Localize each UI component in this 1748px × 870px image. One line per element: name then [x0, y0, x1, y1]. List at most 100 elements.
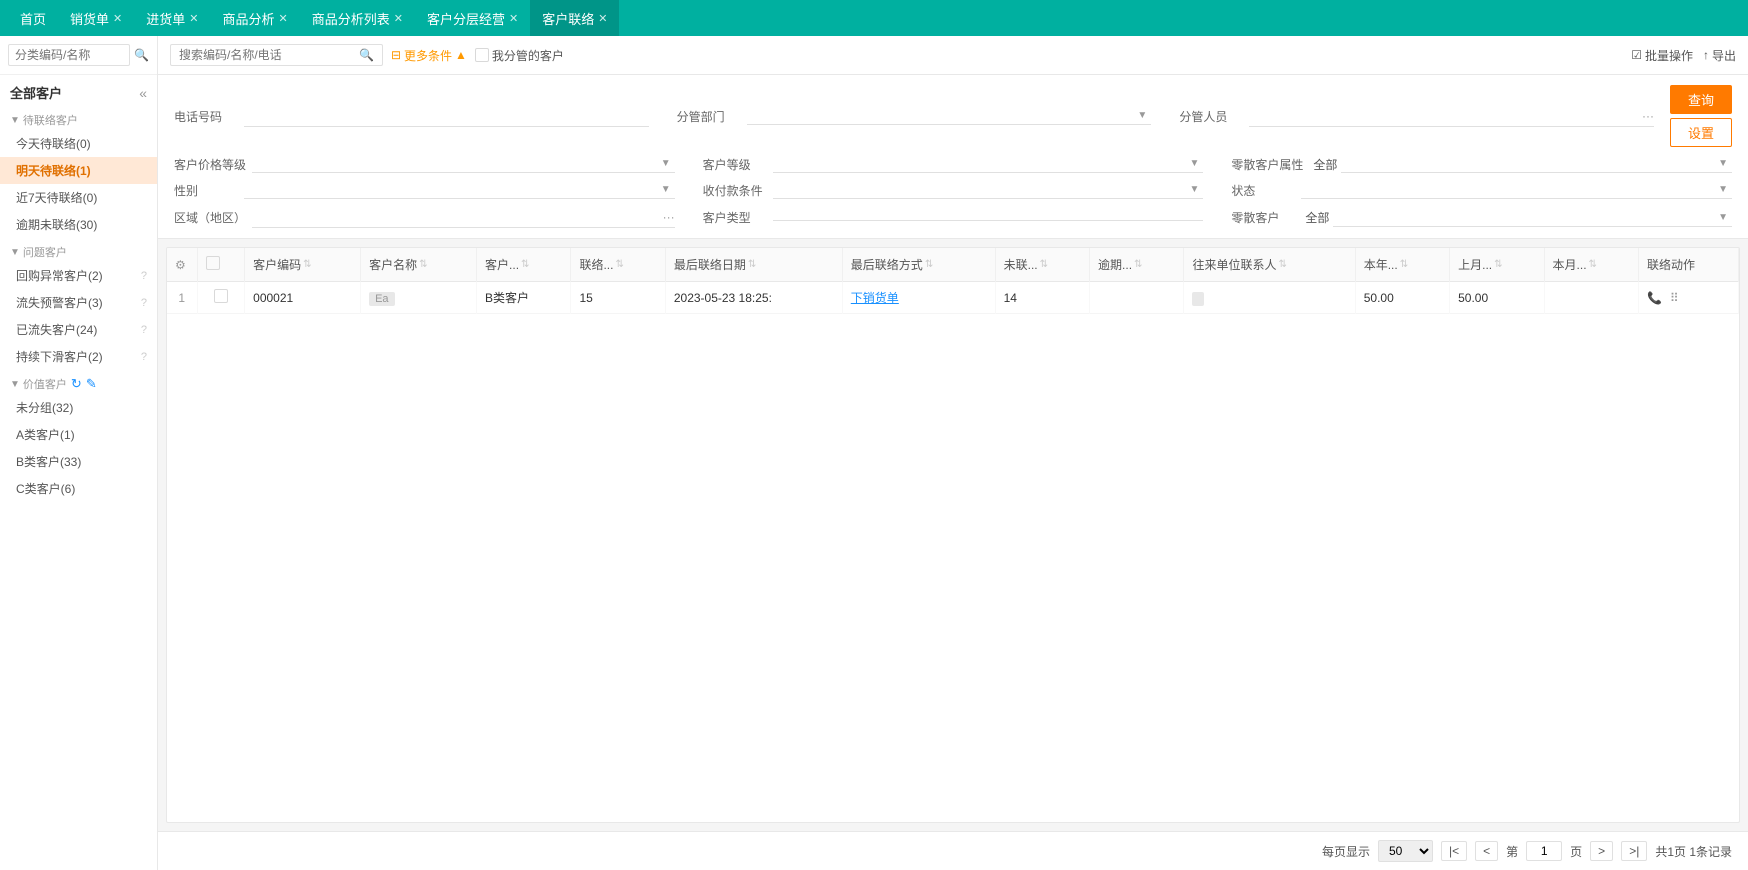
setting-button[interactable]: 设置	[1670, 118, 1732, 147]
payment-select[interactable]: ▼	[773, 181, 1204, 199]
nav-home[interactable]: 首页	[8, 0, 58, 36]
next-page-button[interactable]: >	[1590, 841, 1613, 861]
th-this-year: 本年...⇅	[1355, 248, 1449, 282]
area-select[interactable]: ···	[252, 207, 675, 228]
sidebar-search-area: 🔍	[0, 36, 157, 75]
area-label: 区域（地区）	[174, 209, 252, 226]
nav-close-icon[interactable]: ✕	[394, 12, 403, 25]
nav-close-icon[interactable]: ✕	[279, 12, 288, 25]
nav-purchase-order[interactable]: 进货单 ✕	[134, 0, 210, 36]
sidebar-item-class-a[interactable]: A类客户(1)	[0, 421, 157, 448]
th-uncontact: 未联...⇅	[995, 248, 1089, 282]
sidebar-item-today-pending[interactable]: 今天待联络(0)	[0, 130, 157, 157]
nav-sales-order[interactable]: 销货单 ✕	[58, 0, 134, 36]
more-filter-button[interactable]: ⊟ 更多条件 ▲	[391, 47, 467, 64]
filter-area: 区域（地区） ···	[174, 207, 675, 228]
export-icon: ↑	[1703, 48, 1709, 62]
query-button[interactable]: 查询	[1670, 85, 1732, 114]
value-group-edit-icon[interactable]: ✎	[86, 376, 97, 392]
search-icon[interactable]: 🔍	[359, 48, 374, 62]
gender-select[interactable]: ▼	[244, 181, 675, 199]
sidebar: 🔍 全部客户 « ▼ 待联络客户 今天待联络(0) 明天待联络(1) 近7天待联…	[0, 36, 158, 870]
th-overdue: 逾期...⇅	[1090, 248, 1184, 282]
sidebar-item-overdue[interactable]: 逾期未联络(30)	[0, 211, 157, 238]
group-arrow-icon: ▼	[10, 379, 20, 390]
filter-panel: 电话号码 分管部门 ▼ 分管人员 ··· 查询 设置	[158, 75, 1748, 239]
chevron-down-icon: ▼	[1718, 158, 1728, 169]
batch-operation-button[interactable]: ☑ 批量操作	[1631, 47, 1693, 64]
row-checkbox[interactable]	[197, 282, 245, 314]
nav-customer-segmentation[interactable]: 客户分层经营 ✕	[415, 0, 530, 36]
th-contact-action: 联络动作	[1638, 248, 1738, 282]
department-label: 分管部门	[677, 108, 747, 125]
customer-level-select[interactable]: ▼	[773, 155, 1204, 173]
checkbox-icon[interactable]	[475, 48, 489, 62]
th-settings: ⚙	[167, 248, 197, 282]
department-select[interactable]: ▼	[747, 107, 1152, 125]
toolbar: 🔍 ⊟ 更多条件 ▲ 我分管的客户 ☑ 批量操作 ↑ 导出	[158, 36, 1748, 75]
collapse-icon[interactable]: «	[139, 85, 147, 101]
sort-icon: ⇅	[419, 259, 427, 270]
sidebar-item-churn-warning[interactable]: 流失预警客户(3) ?	[0, 289, 157, 316]
retail-customer-select[interactable]: ▼	[1333, 209, 1732, 227]
gear-icon[interactable]: ⚙	[175, 258, 186, 272]
help-icon: ?	[141, 351, 147, 363]
row-code: 000021	[245, 282, 361, 314]
sort-icon: ⇅	[1040, 259, 1048, 270]
search-input[interactable]	[179, 48, 359, 62]
row-checkbox-input[interactable]	[214, 289, 228, 303]
sidebar-item-ungrouped[interactable]: 未分组(32)	[0, 394, 157, 421]
nav-close-icon[interactable]: ✕	[598, 12, 607, 25]
value-group-title: 价值客户	[23, 376, 67, 392]
customer-type-label: 客户类型	[703, 209, 773, 226]
sidebar-item-class-b[interactable]: B类客户(33)	[0, 448, 157, 475]
more-action-icon[interactable]: ⠿	[1670, 291, 1679, 305]
phone-action-icon[interactable]: 📞	[1647, 291, 1662, 305]
contact-method-link[interactable]: 下销货单	[851, 291, 899, 305]
sidebar-item-7days-pending[interactable]: 近7天待联络(0)	[0, 184, 157, 211]
sidebar-item-declining[interactable]: 持续下滑客户(2) ?	[0, 343, 157, 370]
row-contact-action: 📞 ⠿	[1638, 282, 1738, 314]
table-row: 1 000021 Ea B类客户 15 2023-05-23 18:25: 下销…	[167, 282, 1739, 314]
price-level-select[interactable]: ▼	[252, 155, 675, 173]
total-info: 共1页 1条记录	[1655, 843, 1732, 860]
all-customers-title[interactable]: 全部客户	[10, 83, 62, 102]
my-customers-checkbox[interactable]: 我分管的客户	[475, 47, 564, 64]
export-button[interactable]: ↑ 导出	[1703, 47, 1736, 64]
nav-product-analysis[interactable]: 商品分析 ✕	[210, 0, 299, 36]
filter-status: 状态 ▼	[1231, 181, 1732, 199]
nav-customer-contact[interactable]: 客户联络 ✕	[530, 0, 619, 36]
sidebar-item-churned[interactable]: 已流失客户(24) ?	[0, 316, 157, 343]
payment-label: 收付款条件	[703, 182, 773, 199]
page-input[interactable]	[1526, 841, 1562, 861]
sidebar-item-abnormal-repurchase[interactable]: 回购异常客户(2) ?	[0, 262, 157, 289]
sidebar-search-input[interactable]	[8, 44, 130, 66]
retail-attr-select[interactable]: ▼	[1341, 155, 1732, 173]
filter-manager: 分管人员 ···	[1179, 106, 1654, 127]
nav-close-icon[interactable]: ✕	[113, 12, 122, 25]
customer-type-select[interactable]	[773, 214, 1204, 221]
nav-close-icon[interactable]: ✕	[189, 12, 198, 25]
manager-select[interactable]: ···	[1249, 106, 1654, 127]
name-masked: Ea	[369, 292, 394, 306]
last-page-button[interactable]: >|	[1621, 841, 1647, 861]
prev-page-button[interactable]: <	[1475, 841, 1498, 861]
pending-group-header: ▼ 待联络客户	[0, 106, 157, 130]
chevron-down-icon: ▼	[1137, 110, 1147, 121]
th-name: 客户名称⇅	[361, 248, 477, 282]
filter-row-1: 电话号码 分管部门 ▼ 分管人员 ··· 查询 设置	[174, 85, 1732, 147]
phone-input[interactable]	[244, 106, 649, 127]
per-page-select[interactable]: 50 100	[1378, 840, 1433, 862]
sidebar-search-icon[interactable]: 🔍	[134, 48, 149, 62]
sidebar-item-class-c[interactable]: C类客户(6)	[0, 475, 157, 502]
filter-price-level: 客户价格等级 ▼	[174, 155, 675, 173]
first-page-button[interactable]: |<	[1441, 841, 1467, 861]
filter-icon: ⊟	[391, 48, 401, 62]
nav-close-icon[interactable]: ✕	[509, 12, 518, 25]
nav-product-analysis-list[interactable]: 商品分析列表 ✕	[300, 0, 415, 36]
header-checkbox[interactable]	[206, 256, 220, 270]
value-group-refresh-icon[interactable]: ↻	[71, 376, 82, 392]
filter-customer-type: 客户类型	[703, 209, 1204, 226]
sidebar-item-tomorrow-pending[interactable]: 明天待联络(1)	[0, 157, 157, 184]
status-select[interactable]: ▼	[1301, 181, 1732, 199]
